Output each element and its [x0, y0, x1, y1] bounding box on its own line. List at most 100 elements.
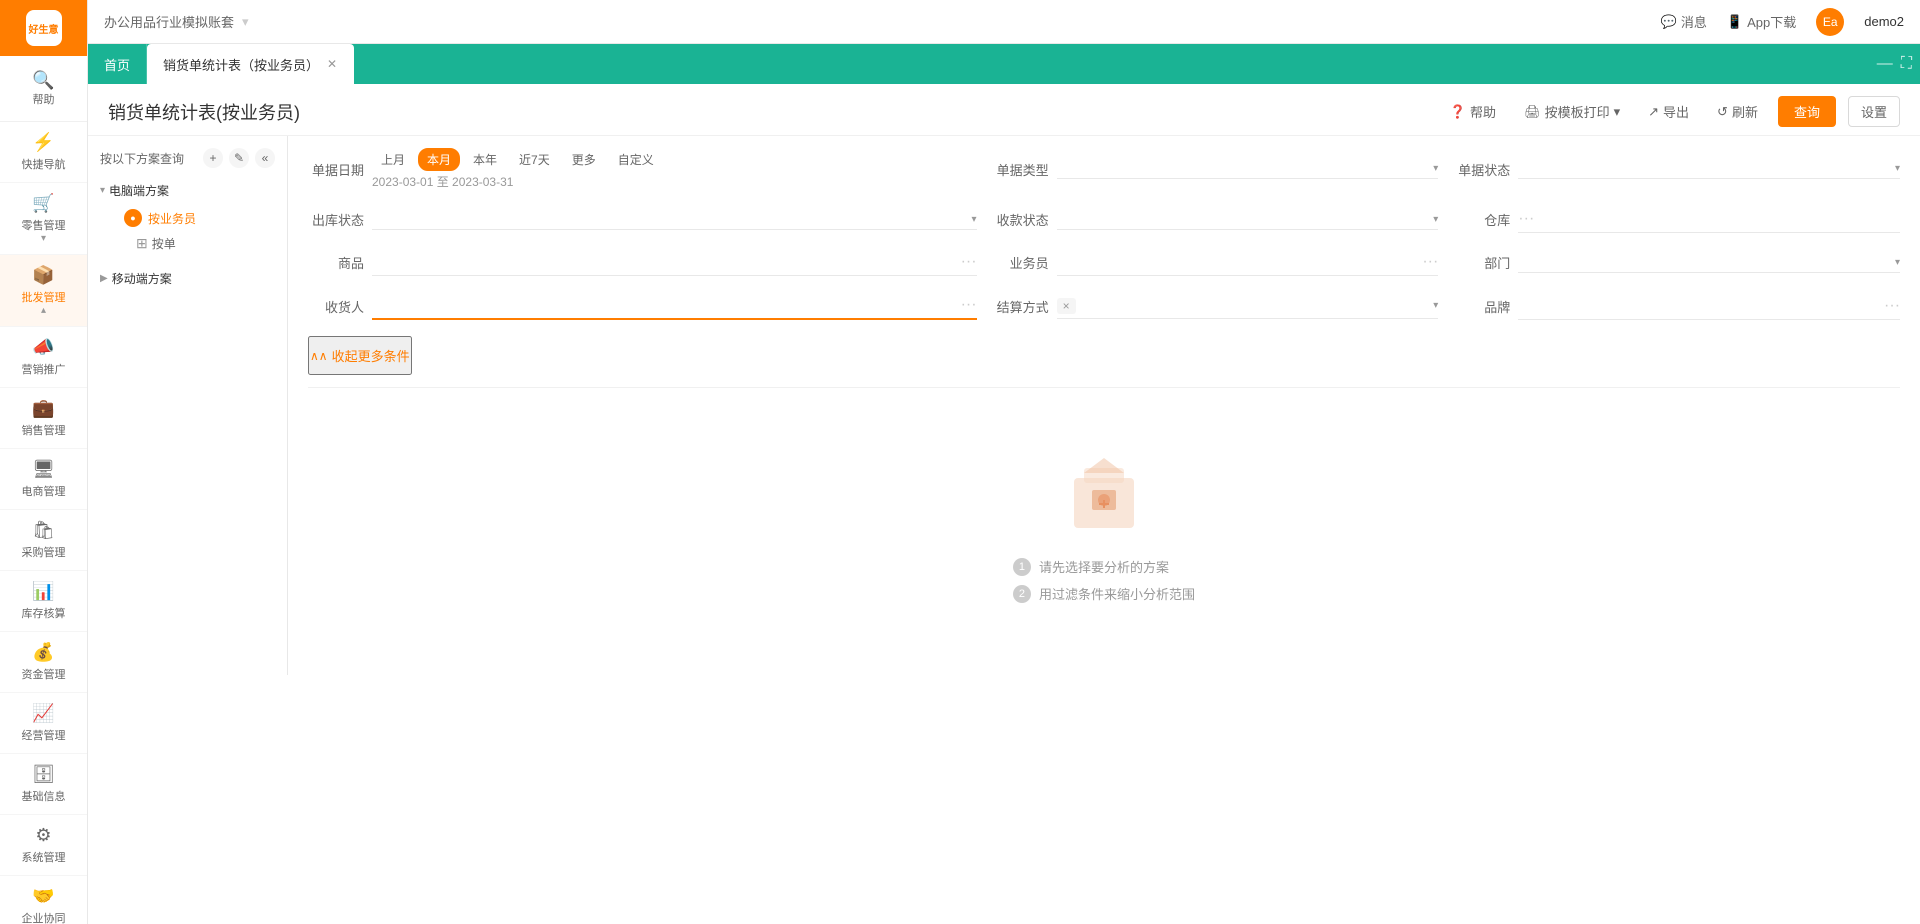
- sidebar-item-finance[interactable]: 💰 资金管理: [0, 632, 87, 693]
- tree-item-order[interactable]: ⊞ 按单: [96, 231, 279, 256]
- sidebar-item-label: 基础信息: [22, 788, 66, 804]
- doc-status-select[interactable]: ▾: [1518, 163, 1900, 174]
- product-dots[interactable]: ···: [961, 253, 977, 271]
- left-panel-title-text: 按以下方案查询: [100, 150, 184, 167]
- add-scheme-button[interactable]: +: [203, 148, 223, 168]
- print-icon: 🖨: [1524, 104, 1541, 120]
- sidebar-item-shortcut[interactable]: ⚡ 快捷导航: [0, 122, 87, 183]
- tree-item-salesperson-label: 按业务员: [148, 210, 196, 227]
- tab-sales-stat[interactable]: 销货单统计表（按业务员） ✕: [147, 44, 354, 84]
- tree-expand-icon: ▾: [100, 185, 105, 196]
- tree-mobile-section: ▶ 移动端方案: [88, 264, 287, 293]
- sales-icon: 💼: [32, 398, 54, 419]
- sidebar-item-inventory[interactable]: 📊 库存核算: [0, 571, 87, 632]
- out-status-control[interactable]: ▾: [372, 210, 977, 230]
- doc-type-control[interactable]: ▾: [1057, 159, 1439, 179]
- brand-label: 品牌: [1454, 297, 1510, 316]
- message-button[interactable]: 💬 消息: [1661, 12, 1707, 31]
- tree-item-salesperson[interactable]: ● 按业务员: [96, 205, 279, 231]
- date-range-text: 2023-03-01 至 2023-03-31: [372, 175, 513, 189]
- sidebar-item-label: 快捷导航: [22, 156, 66, 172]
- sidebar-item-enterprise[interactable]: 🤝 企业协同: [0, 876, 87, 924]
- export-icon: ↗: [1648, 104, 1659, 120]
- brand-dots[interactable]: ···: [1884, 297, 1900, 315]
- doc-status-control[interactable]: ▾: [1518, 159, 1900, 179]
- export-button[interactable]: ↗ 导出: [1640, 98, 1697, 125]
- tab-maximize-icon[interactable]: ⛶: [1901, 55, 1912, 73]
- date-btn-7days[interactable]: 近7天: [510, 148, 559, 171]
- payment-select[interactable]: × ▾: [1057, 298, 1439, 314]
- consignee-input[interactable]: [372, 298, 961, 313]
- date-btn-more[interactable]: 更多: [563, 148, 605, 171]
- refresh-button[interactable]: ↺ 刷新: [1709, 98, 1766, 125]
- query-button[interactable]: 查询: [1778, 96, 1836, 127]
- receipt-status-select[interactable]: ▾: [1057, 214, 1439, 225]
- filter-doc-status: 单据状态 ▾: [1454, 159, 1900, 179]
- out-status-select[interactable]: ▾: [372, 214, 977, 225]
- date-btn-last-month[interactable]: 上月: [372, 148, 414, 171]
- sidebar-item-wholesale[interactable]: 📦 批发管理 ▴: [0, 255, 87, 327]
- payment-label: 结算方式: [993, 297, 1049, 316]
- collapse-label: 收起更多条件: [332, 346, 410, 365]
- tree-mobile-label: 移动端方案: [112, 270, 172, 287]
- shortcut-icon: ⚡: [32, 132, 54, 153]
- empty-state: 1 请先选择要分析的方案 2 用过滤条件来缩小分析范围: [308, 388, 1900, 663]
- dept-select[interactable]: ▾: [1518, 257, 1900, 268]
- receipt-status-control[interactable]: ▾: [1057, 210, 1439, 230]
- warehouse-dots[interactable]: ···: [1518, 210, 1534, 228]
- search-menu-button[interactable]: 🔍 帮助: [6, 64, 81, 113]
- edit-scheme-button[interactable]: ✎: [229, 148, 249, 168]
- doc-type-select[interactable]: ▾: [1057, 163, 1439, 174]
- tree-pc-section[interactable]: ▾ 电脑端方案: [96, 176, 279, 205]
- tree-mobile-parent[interactable]: ▶ 移动端方案: [96, 264, 279, 293]
- filter-row-3: 商品 ··· 业务员 ··· 部门: [308, 249, 1900, 276]
- date-btn-this-month[interactable]: 本月: [418, 148, 460, 171]
- salesperson-dots[interactable]: ···: [1422, 253, 1438, 271]
- tip-num-2: 2: [1013, 585, 1031, 603]
- settings-button[interactable]: 设置: [1848, 96, 1900, 127]
- dept-control[interactable]: ▾: [1518, 253, 1900, 273]
- tab-minimize-icon[interactable]: —: [1877, 55, 1893, 73]
- filter-doc-type: 单据类型 ▾: [993, 159, 1439, 179]
- sidebar-item-label: 批发管理: [22, 289, 66, 305]
- header-actions: 💬 消息 📱 App下载 Ea demo2: [1661, 8, 1904, 36]
- retail-icon: 🛒: [32, 193, 54, 214]
- payment-tag: ×: [1057, 298, 1076, 314]
- tab-bar-right: — ⛶: [1877, 55, 1920, 73]
- sidebar-item-sales[interactable]: 💼 销售管理: [0, 388, 87, 449]
- help-button[interactable]: ❓ 帮助: [1442, 98, 1504, 125]
- template-print-button[interactable]: 🖨 按模板打印 ▾: [1516, 98, 1628, 125]
- right-panel: 单据日期 上月 本月 本年 近7天 更多 自定义: [288, 136, 1920, 675]
- tab-home[interactable]: 首页: [88, 44, 147, 84]
- scheme-tree: ▾ 电脑端方案 ● 按业务员 ⊞ 按单: [88, 176, 287, 256]
- app-download-button[interactable]: 📱 App下载: [1727, 12, 1796, 31]
- consignee-dots[interactable]: ···: [961, 296, 977, 314]
- out-status-arrow-icon: ▾: [972, 214, 977, 225]
- tree-item-order-label: 按单: [152, 235, 176, 252]
- page-header: 销货单统计表(按业务员) ❓ 帮助 🖨 按模板打印 ▾ ↗ 导出: [88, 84, 1920, 136]
- product-control: ···: [372, 249, 977, 276]
- collapse-more-button[interactable]: ∧∧ 收起更多条件: [308, 336, 412, 375]
- help-icon: ❓: [1450, 104, 1466, 120]
- sidebar-item-label: 营销推广: [22, 361, 66, 377]
- date-btn-custom[interactable]: 自定义: [609, 148, 663, 171]
- collapse-panel-button[interactable]: «: [255, 148, 275, 168]
- sidebar-item-system[interactable]: ⚙ 系统管理: [0, 815, 87, 876]
- finance-icon: 💰: [32, 642, 54, 663]
- filter-warehouse: 仓库 ···: [1454, 206, 1900, 233]
- sidebar-item-ecommerce[interactable]: 🖥 电商管理: [0, 449, 87, 510]
- sidebar-item-label: 零售管理: [22, 217, 66, 233]
- sidebar-item-basic[interactable]: 🗄 基础信息: [0, 754, 87, 815]
- filter-row-4: 收货人 ··· 结算方式 ×: [308, 292, 1900, 320]
- sidebar-item-purchase[interactable]: 🛍 采购管理: [0, 510, 87, 571]
- user-avatar[interactable]: Ea: [1816, 8, 1844, 36]
- left-panel-actions: + ✎ «: [203, 148, 275, 168]
- sidebar-item-operations[interactable]: 📈 经营管理: [0, 693, 87, 754]
- sidebar-item-retail[interactable]: 🛒 零售管理 ▾: [0, 183, 87, 255]
- message-icon: 💬: [1661, 14, 1677, 30]
- date-btn-this-year[interactable]: 本年: [464, 148, 506, 171]
- tab-close-icon[interactable]: ✕: [327, 57, 337, 71]
- sidebar-item-marketing[interactable]: 📣 营销推广: [0, 327, 87, 388]
- tab-bar: 首页 销货单统计表（按业务员） ✕ — ⛶: [88, 44, 1920, 84]
- payment-tag-close[interactable]: ×: [1063, 299, 1070, 313]
